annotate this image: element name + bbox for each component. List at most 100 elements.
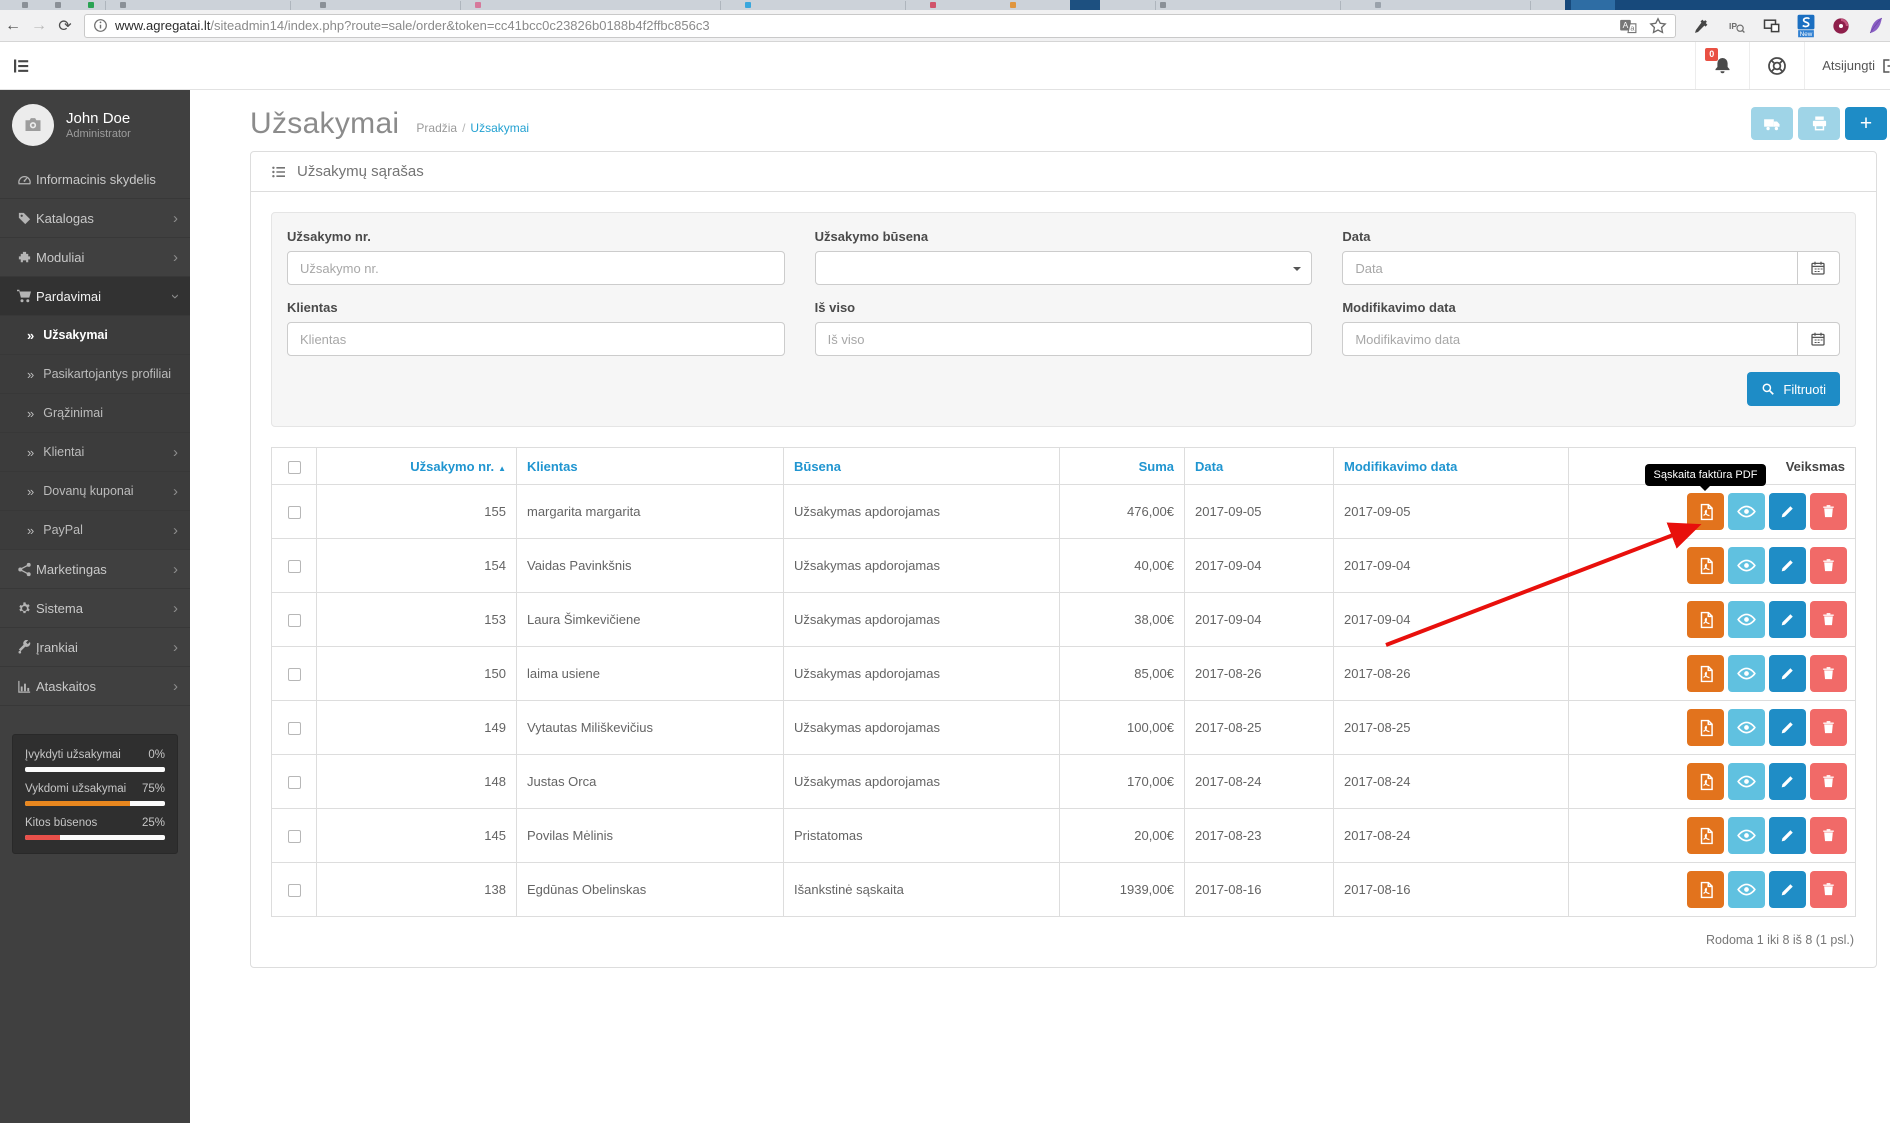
delete-order-button[interactable] xyxy=(1810,547,1847,584)
date-added-input[interactable] xyxy=(1342,251,1798,285)
sidebar-item-katalogas[interactable]: Katalogas › xyxy=(0,199,190,238)
view-order-button[interactable] xyxy=(1728,547,1765,584)
refresh-button[interactable]: ⟳ xyxy=(52,16,78,36)
forward-button[interactable]: → xyxy=(26,17,52,35)
date-added-cell: 2017-08-26 xyxy=(1184,646,1334,701)
row-checkbox[interactable] xyxy=(287,884,301,898)
date-modified-calendar-button[interactable] xyxy=(1797,322,1840,356)
view-order-button[interactable] xyxy=(1728,655,1765,692)
sidebar-item-įrankiai[interactable]: Įrankiai › xyxy=(0,628,190,667)
invoice-pdf-button[interactable] xyxy=(1687,493,1724,530)
notifications-button[interactable]: 0 xyxy=(1695,42,1749,89)
s-new-extension-icon[interactable]: New xyxy=(1796,14,1816,38)
edit-order-button[interactable] xyxy=(1769,601,1806,638)
invoice-pdf-button[interactable] xyxy=(1687,871,1724,908)
sidebar-item-ataskaitos[interactable]: Ataskaitos › xyxy=(0,667,190,706)
sidebar-item-sistema[interactable]: Sistema › xyxy=(0,589,190,628)
delete-order-button[interactable] xyxy=(1810,655,1847,692)
breadcrumb-home[interactable]: Pradžia xyxy=(416,121,457,135)
edit-order-button[interactable] xyxy=(1769,655,1806,692)
double-chevron-icon: » xyxy=(27,444,35,460)
view-order-button[interactable] xyxy=(1728,709,1765,746)
chevron-right-icon: › xyxy=(173,209,178,227)
invoice-pdf-button[interactable] xyxy=(1687,709,1724,746)
breadcrumb-current-link[interactable]: Užsakymai xyxy=(470,121,529,135)
edit-order-button[interactable] xyxy=(1769,817,1806,854)
edit-order-button[interactable] xyxy=(1769,709,1806,746)
date-modified-input[interactable] xyxy=(1342,322,1798,356)
ip-lookup-icon[interactable]: IP xyxy=(1726,15,1746,37)
edit-order-button[interactable] xyxy=(1769,871,1806,908)
view-order-button[interactable] xyxy=(1728,871,1765,908)
row-checkbox[interactable] xyxy=(287,560,301,574)
user-role: Administrator xyxy=(66,128,131,141)
translate-icon[interactable]: Aa xyxy=(1619,17,1637,35)
column-header-order-number[interactable]: Užsakymo nr. ▲ xyxy=(316,447,517,485)
sidebar-subitem-klientai[interactable]: » Klientai › xyxy=(0,433,190,472)
order-number-input[interactable] xyxy=(287,251,785,285)
view-order-button[interactable] xyxy=(1728,601,1765,638)
select-all-checkbox[interactable] xyxy=(287,460,301,474)
column-header-total[interactable]: Suma xyxy=(1059,447,1185,485)
browser-tab[interactable] xyxy=(1571,0,1615,10)
main-content: Užsakymai Pradžia / Užsakymai + Užsakymų s… xyxy=(190,90,1890,1123)
delete-order-button[interactable] xyxy=(1810,763,1847,800)
row-checkbox[interactable] xyxy=(287,614,301,628)
total-input[interactable] xyxy=(814,322,1313,356)
sidebar-subitem-grąžinimai[interactable]: » Grąžinimai xyxy=(0,394,190,433)
edit-order-button[interactable] xyxy=(1769,547,1806,584)
delete-order-button[interactable] xyxy=(1810,709,1847,746)
view-order-button[interactable] xyxy=(1728,493,1765,530)
trash-icon xyxy=(1821,828,1836,843)
bookmark-star-icon[interactable] xyxy=(1649,16,1667,35)
column-header-date[interactable]: Data xyxy=(1184,447,1334,485)
column-header-modified[interactable]: Modifikavimo data xyxy=(1333,447,1569,485)
delete-order-button[interactable] xyxy=(1810,871,1847,908)
row-checkbox[interactable] xyxy=(287,506,301,520)
edit-order-button[interactable] xyxy=(1769,763,1806,800)
row-checkbox[interactable] xyxy=(287,830,301,844)
delete-order-button[interactable] xyxy=(1810,493,1847,530)
sidebar-subitem-paypal[interactable]: » PayPal › xyxy=(0,511,190,550)
sidebar-toggle-icon[interactable] xyxy=(0,42,42,89)
browser-tab[interactable] xyxy=(1070,0,1100,10)
invoice-pdf-button[interactable] xyxy=(1687,817,1724,854)
sidebar-subitem-dovanų-kuponai[interactable]: » Dovanų kuponai › xyxy=(0,472,190,511)
invoice-pdf-button[interactable] xyxy=(1687,601,1724,638)
filter-button[interactable]: Filtruoti xyxy=(1747,372,1840,406)
logout-button[interactable]: Atsijungti xyxy=(1804,42,1890,89)
eyedropper-icon[interactable] xyxy=(1691,15,1711,37)
sidebar-item-marketingas[interactable]: Marketingas › xyxy=(0,550,190,589)
sidebar-item-moduliai[interactable]: Moduliai › xyxy=(0,238,190,277)
date-added-calendar-button[interactable] xyxy=(1797,251,1840,285)
page-info-icon[interactable] xyxy=(93,18,108,33)
print-invoice-button[interactable] xyxy=(1798,107,1840,140)
edit-order-button[interactable] xyxy=(1769,493,1806,530)
column-header-status[interactable]: Būsena xyxy=(783,447,1060,485)
invoice-pdf-button[interactable] xyxy=(1687,655,1724,692)
help-button[interactable] xyxy=(1749,42,1804,89)
feather-icon[interactable] xyxy=(1866,15,1886,37)
order-status-select[interactable] xyxy=(814,251,1313,285)
back-button[interactable]: ← xyxy=(0,17,26,35)
view-order-button[interactable] xyxy=(1728,817,1765,854)
shipping-list-button[interactable] xyxy=(1751,107,1793,140)
invoice-pdf-button[interactable] xyxy=(1687,547,1724,584)
column-header-customer[interactable]: Klientas xyxy=(516,447,784,485)
address-bar[interactable]: www.agregatai.lt/siteadmin14/index.php?r… xyxy=(84,13,1676,38)
row-checkbox[interactable] xyxy=(287,668,301,682)
invoice-pdf-button[interactable] xyxy=(1687,763,1724,800)
customer-input[interactable] xyxy=(287,322,785,356)
sidebar-subitem-užsakymai[interactable]: » Užsakymai xyxy=(0,316,190,355)
delete-order-button[interactable] xyxy=(1810,601,1847,638)
add-order-button[interactable]: + xyxy=(1845,107,1887,140)
colorzilla-icon[interactable] xyxy=(1831,15,1851,37)
delete-order-button[interactable] xyxy=(1810,817,1847,854)
row-checkbox[interactable] xyxy=(287,722,301,736)
sidebar-subitem-pasikartojantys-profiliai[interactable]: » Pasikartojantys profiliai xyxy=(0,355,190,394)
sidebar-item-pardavimai[interactable]: Pardavimai › xyxy=(0,277,190,316)
sidebar-item-informacinis-skydelis[interactable]: Informacinis skydelis xyxy=(0,160,190,199)
view-order-button[interactable] xyxy=(1728,763,1765,800)
row-checkbox[interactable] xyxy=(287,776,301,790)
cast-icon[interactable] xyxy=(1761,15,1781,37)
